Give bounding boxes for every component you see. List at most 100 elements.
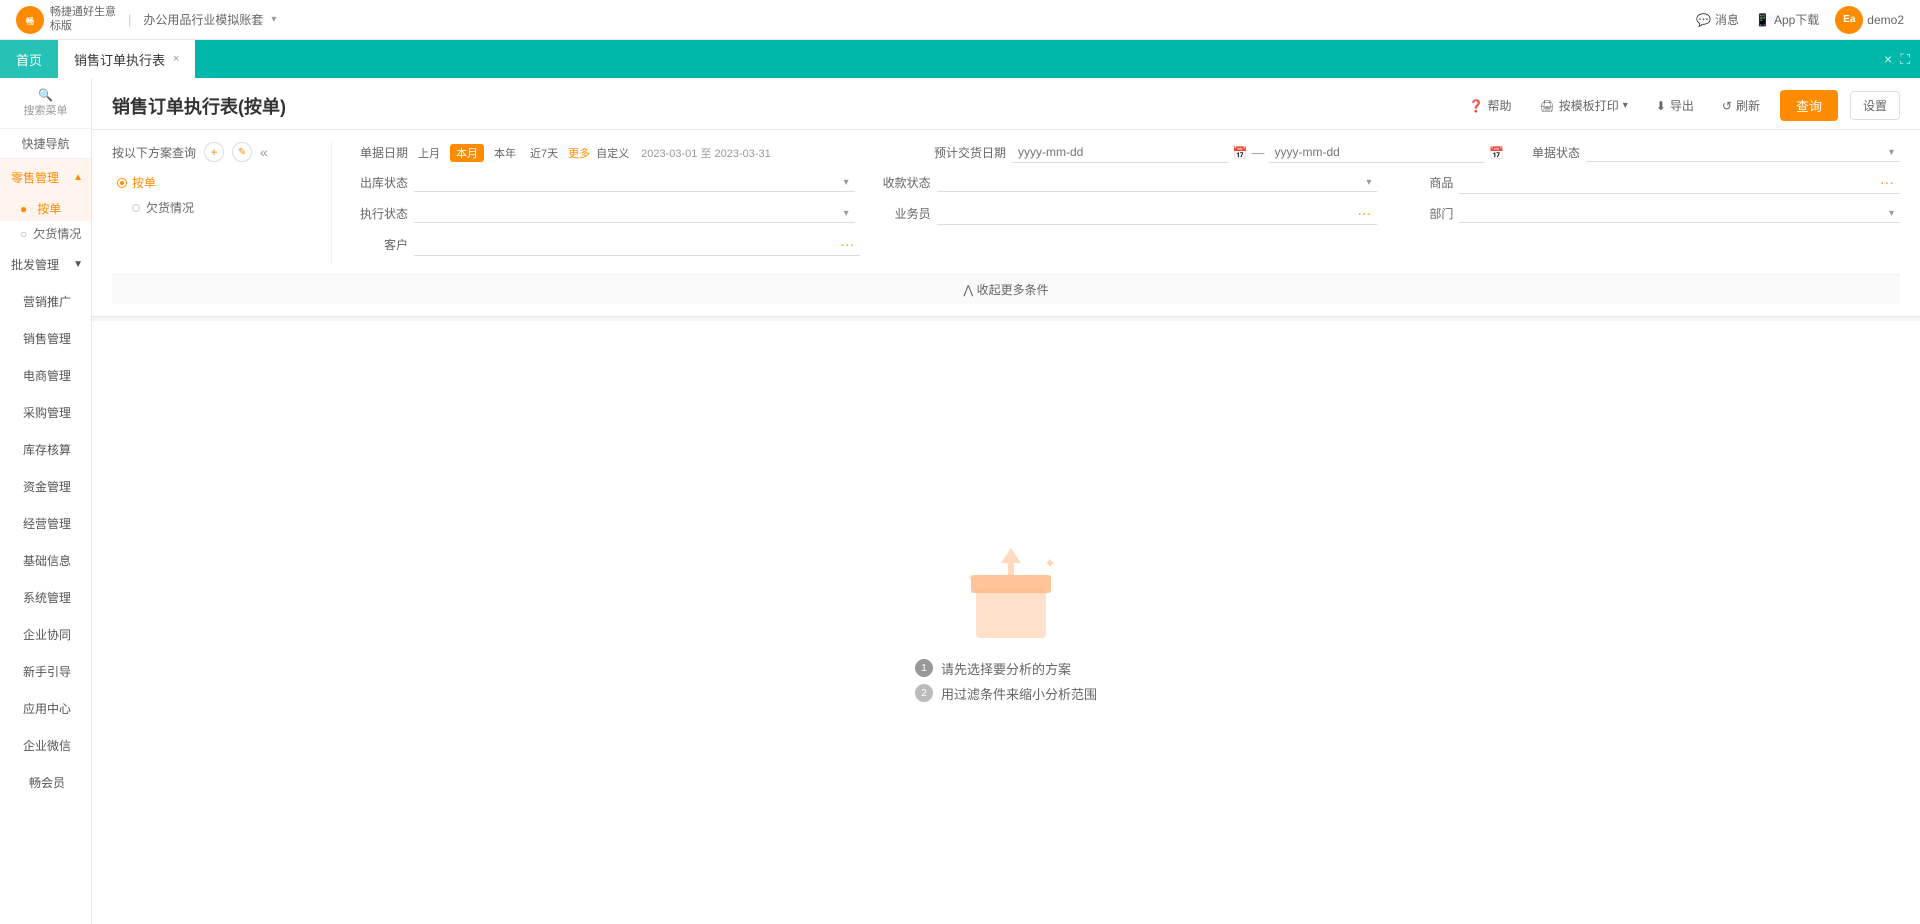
sidebar-item-operations[interactable]: 经营管理 (0, 505, 91, 542)
collapse-more-button[interactable]: ⋀ 收起更多条件 (112, 274, 1900, 304)
sidebar-quick-nav[interactable]: 快捷导航 (0, 129, 91, 159)
scheme-header: 按以下方案查询 + ✎ « (112, 142, 319, 162)
data-area: ✦ ✦ 1 请先选择要分析的方案 2 用过滤条件来缩小分析范围 (92, 321, 1920, 924)
delivery-select[interactable]: ▾ (414, 174, 855, 192)
customer-field: 客户 ··· (348, 233, 860, 256)
execution-select[interactable]: ▾ (414, 205, 855, 223)
top-header: 畅 畅捷通好生意 标版 | 办公用品行业模拟账套 ▾ 💬 消息 📱 App下载 … (0, 0, 1920, 40)
expected-date-end-input[interactable] (1269, 142, 1486, 163)
empty-step-2: 2 用过滤条件来缩小分析范围 (915, 684, 1097, 703)
window-maximize-icon[interactable]: ⛶ (1900, 51, 1910, 68)
sidebar-item-member[interactable]: 畅会员 (0, 764, 91, 801)
logo-text: 畅捷通好生意 标版 (50, 6, 116, 32)
query-button[interactable]: 查询 (1780, 90, 1838, 121)
message-icon: 💬 (1696, 13, 1711, 27)
page-title: 销售订单执行表(按单) (112, 93, 286, 119)
sidebar-item-enterprise[interactable]: 企业协同 (0, 616, 91, 653)
search-icon: 🔍 (38, 88, 53, 102)
sidebar-item-inventory[interactable]: 库存核算 (0, 431, 91, 468)
user-avatar: Ea (1835, 6, 1863, 34)
calendar-end-icon[interactable]: 📅 (1489, 146, 1504, 160)
date-tab-this-year[interactable]: 本年 (490, 144, 520, 162)
scheme-sub-debt[interactable]: 欠货情况 (112, 195, 319, 220)
date-tab-more[interactable]: 更多 (568, 145, 590, 161)
expected-date-range: 📅 — 📅 (1012, 142, 1504, 163)
date-field: 单据日期 上月 本月 本年 近7天 更多 自定义 2023-03-01 至 20… (348, 144, 918, 162)
sidebar-item-wholesale[interactable]: 批发管理 ▼ (0, 246, 91, 283)
date-tab-7days[interactable]: 近7天 (526, 144, 562, 162)
nav-right-actions: × ⛶ (1884, 51, 1920, 68)
department-select[interactable]: ▾ (1459, 205, 1900, 223)
refresh-button[interactable]: ↺ 刷新 (1714, 93, 1768, 118)
date-tabs: 上月 本月 本年 近7天 更多 自定义 (414, 144, 629, 162)
window-close-icon[interactable]: × (1884, 51, 1892, 67)
collapse-sidebar-icon[interactable]: « (260, 144, 268, 160)
scheme-inactive-dot (132, 204, 140, 212)
sidebar-item-newbie[interactable]: 新手引导 (0, 653, 91, 690)
sidebar-item-wechat[interactable]: 企业微信 (0, 727, 91, 764)
add-scheme-button[interactable]: + (204, 142, 224, 162)
receipt-select[interactable]: ▾ (937, 174, 1378, 192)
svg-text:✦: ✦ (966, 573, 974, 584)
settings-button[interactable]: 设置 (1850, 91, 1900, 120)
sidebar-search[interactable]: 🔍 搜索菜单 (0, 78, 91, 129)
print-dropdown-icon: ▾ (1623, 100, 1628, 111)
sidebar-item-retail[interactable]: 零售管理 ▲ (0, 159, 91, 196)
date-tab-custom[interactable]: 自定义 (596, 145, 629, 161)
filter-row-2: 出库状态 ▾ 收款状态 ▾ (348, 171, 1900, 194)
content-area: 销售订单执行表(按单) ❓ 帮助 🖨 按模板打印 ▾ ⬇ 导出 ↺ 刷新 (92, 78, 1920, 924)
breadcrumb[interactable]: 办公用品行业模拟账套 (143, 11, 263, 28)
execution-dropdown-icon: ▾ (844, 208, 849, 219)
message-button[interactable]: 💬 消息 (1696, 11, 1739, 28)
page-header: 销售订单执行表(按单) ❓ 帮助 🖨 按模板打印 ▾ ⬇ 导出 ↺ 刷新 (92, 78, 1920, 130)
filter-row-4: 客户 ··· (348, 233, 1900, 256)
help-button[interactable]: ❓ 帮助 (1461, 93, 1520, 118)
sidebar-item-marketing[interactable]: 营销推广 (0, 283, 91, 320)
tab-sales-order-execution[interactable]: 销售订单执行表 × (58, 40, 195, 78)
filter-row-1: 单据日期 上月 本月 本年 近7天 更多 自定义 2023-03-01 至 20… (348, 142, 1900, 163)
sidebar-item-basics[interactable]: 基础信息 (0, 542, 91, 579)
tab-close-icon[interactable]: × (173, 53, 179, 65)
sidebar-item-system[interactable]: 系统管理 (0, 579, 91, 616)
template-print-button[interactable]: 🖨 按模板打印 ▾ (1532, 93, 1636, 118)
sidebar-item-finance[interactable]: 资金管理 (0, 468, 91, 505)
breadcrumb-arrow-icon[interactable]: ▾ (271, 14, 276, 25)
main-layout: 🔍 搜索菜单 快捷导航 零售管理 ▲ ● 按单 ○ 欠货情况 批发管理 ▼ 营销… (0, 78, 1920, 924)
expected-date-start-input[interactable] (1012, 142, 1229, 163)
goods-more-icon[interactable]: ··· (1880, 174, 1894, 190)
print-icon: 🖨 (1540, 99, 1555, 113)
empty-state: ✦ ✦ 1 请先选择要分析的方案 2 用过滤条件来缩小分析范围 (915, 543, 1097, 703)
tab-home[interactable]: 首页 (0, 40, 58, 78)
calendar-start-icon[interactable]: 📅 (1233, 146, 1248, 160)
filter-panel-inner: 按以下方案查询 + ✎ « 按单 欠货情况 (112, 142, 1900, 264)
department-field: 部门 ▾ (1393, 205, 1900, 223)
customer-more-icon[interactable]: ··· (840, 236, 854, 252)
filter-row-3: 执行状态 ▾ 业务员 ··· (348, 202, 1900, 225)
status-dropdown-icon: ▾ (1889, 147, 1894, 158)
nav-tabs-bar: 首页 销售订单执行表 × × ⛶ (0, 40, 1920, 78)
sidebar-item-apps[interactable]: 应用中心 (0, 690, 91, 727)
export-button[interactable]: ⬇ 导出 (1648, 93, 1702, 118)
status-field: 单据状态 ▾ (1520, 144, 1900, 162)
radio-icon: ○ (20, 227, 27, 241)
status-select[interactable]: ▾ (1586, 144, 1900, 162)
delivery-field: 出库状态 ▾ (348, 174, 855, 192)
step-number-2: 2 (915, 684, 933, 702)
help-icon: ❓ (1469, 99, 1484, 113)
user-menu[interactable]: Ea demo2 (1835, 6, 1904, 34)
salesperson-more-icon[interactable]: ··· (1357, 205, 1371, 221)
sidebar-item-sales[interactable]: 销售管理 (0, 320, 91, 357)
sidebar-sub-orders[interactable]: ● 按单 (0, 196, 91, 221)
app-download-button[interactable]: 📱 App下载 (1755, 11, 1819, 28)
export-icon: ⬇ (1656, 99, 1666, 113)
scheme-item-orders[interactable]: 按单 (112, 170, 319, 195)
date-tab-this-month[interactable]: 本月 (450, 144, 484, 162)
sidebar-sub-debt[interactable]: ○ 欠货情况 (0, 221, 91, 246)
sidebar-item-ecommerce[interactable]: 电商管理 (0, 357, 91, 394)
sidebar-item-purchase[interactable]: 采购管理 (0, 394, 91, 431)
collapse-icon: ⋀ (963, 283, 973, 297)
filter-panel: 按以下方案查询 + ✎ « 按单 欠货情况 (92, 130, 1920, 317)
empty-steps: 1 请先选择要分析的方案 2 用过滤条件来缩小分析范围 (915, 659, 1097, 703)
edit-scheme-button[interactable]: ✎ (232, 142, 252, 162)
date-tab-last-month[interactable]: 上月 (414, 144, 444, 162)
